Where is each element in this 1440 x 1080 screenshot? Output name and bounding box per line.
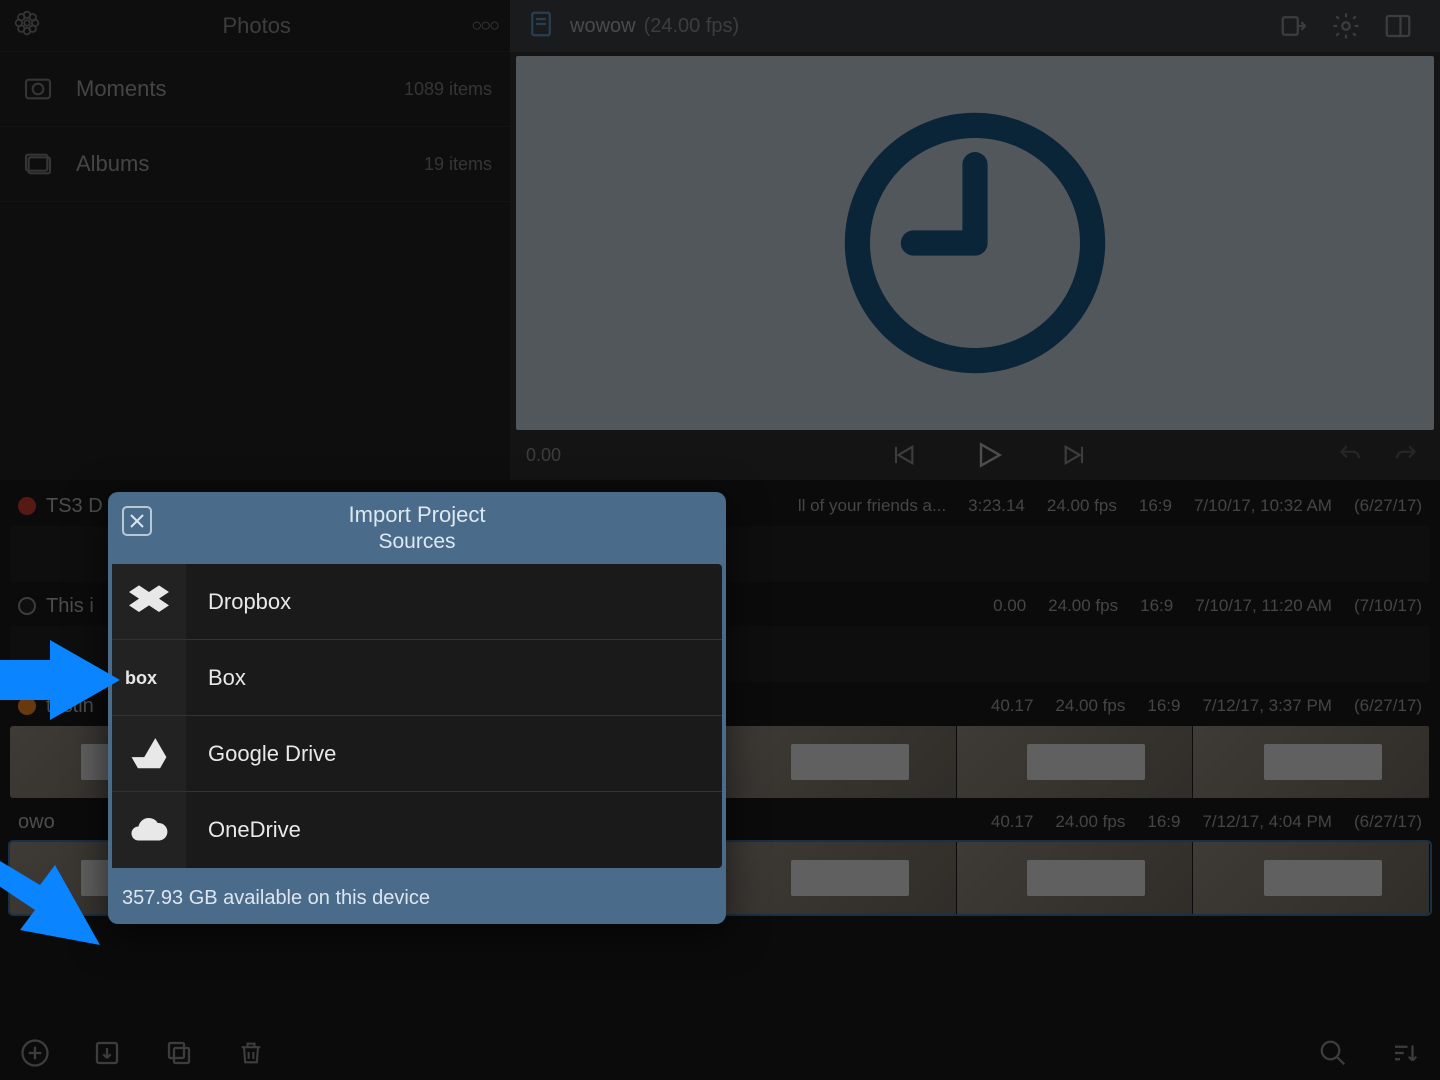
source-googledrive[interactable]: Google Drive <box>112 716 722 792</box>
onedrive-icon <box>112 792 186 868</box>
modal-title: Import Project <box>349 502 486 528</box>
storage-text: 357.93 GB available on this device <box>122 887 430 910</box>
source-dropbox[interactable]: Dropbox <box>112 564 722 640</box>
close-button[interactable] <box>122 506 152 536</box>
source-label: OneDrive <box>208 817 301 843</box>
annotation-arrow <box>0 640 120 740</box>
source-label: Dropbox <box>208 589 291 615</box>
googledrive-icon <box>112 716 186 791</box>
modal-subtitle: Sources <box>378 530 455 554</box>
box-icon: box <box>112 640 186 715</box>
svg-text:box: box <box>125 668 157 688</box>
source-box[interactable]: box Box <box>112 640 722 716</box>
annotation-arrow <box>0 855 120 975</box>
source-label: Google Drive <box>208 741 336 767</box>
source-onedrive[interactable]: OneDrive <box>112 792 722 868</box>
source-label: Box <box>208 665 246 691</box>
dropbox-icon <box>112 564 186 639</box>
import-modal: Import Project Sources Dropbox box Box Goog… <box>108 492 726 924</box>
source-list: Dropbox box Box Google Drive OneDrive <box>112 564 722 868</box>
